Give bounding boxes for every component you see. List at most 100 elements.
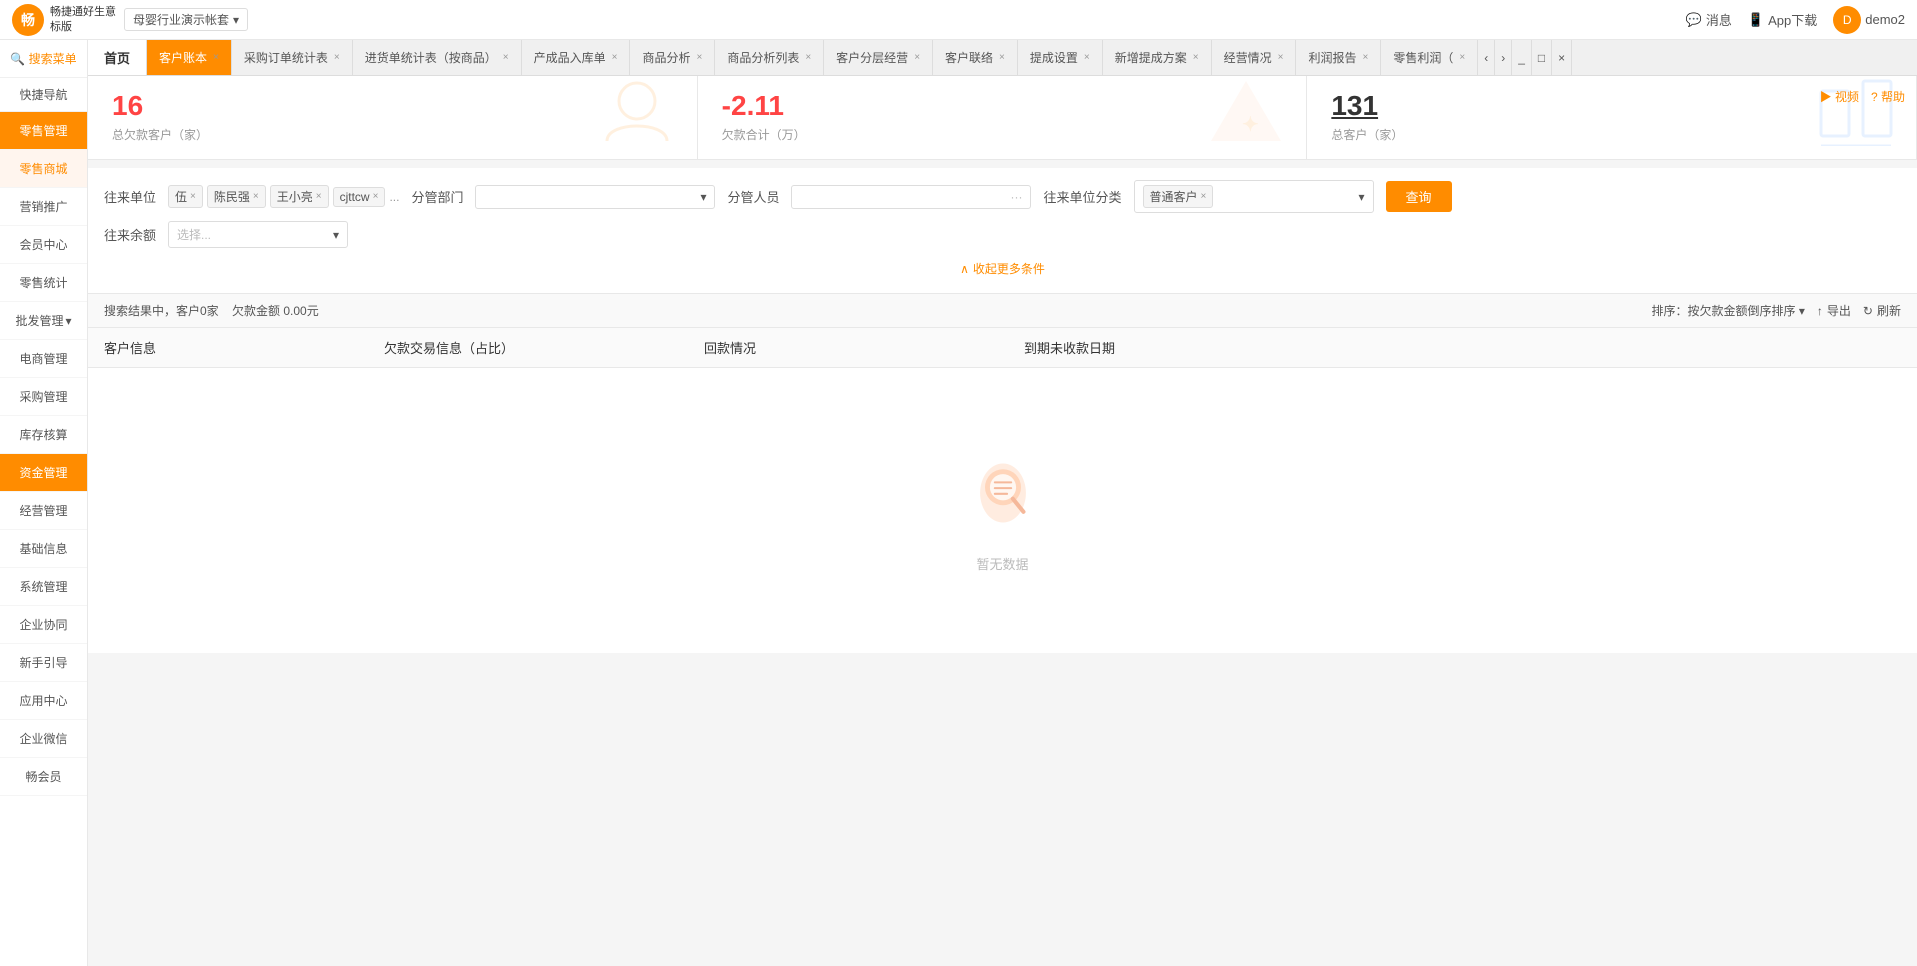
person-label: 分管人员 [727,187,779,206]
help-link[interactable]: ? 帮助 [1871,88,1905,105]
sidebar-item-ecom-mgmt[interactable]: 电商管理 [0,340,87,378]
tab-close-retail-profit[interactable]: × [1459,52,1465,63]
person-dots[interactable]: ··· [1010,190,1022,204]
tab-purchase-order-stat[interactable]: 采购订单统计表 × [232,40,353,75]
logo-area: 畅 畅捷通好生意 标版 [12,4,116,36]
tab-home[interactable]: 首页 [88,40,147,75]
video-link[interactable]: ▶ 视频 [1820,88,1859,105]
table-empty: 暂无数据 [88,368,1917,653]
tab-bar: 首页 客户账本 × 采购订单统计表 × 进货单统计表（按商品） × 产成品入库单… [88,40,1917,76]
sidebar-item-vip-member[interactable]: 畅会员 [0,758,87,796]
sidebar-item-corp-wechat[interactable]: 企业微信 [0,720,87,758]
sidebar-item-member-center[interactable]: 会员中心 [0,226,87,264]
brand-selector[interactable]: 母婴行业演示帐套 ▾ [124,8,248,31]
tab-close-add-improve-plan[interactable]: × [1193,52,1199,63]
tab-close-customer-tier[interactable]: × [914,52,920,63]
remove-tag-wu[interactable]: × [190,191,196,202]
app-download-button[interactable]: 📱 App下载 [1748,10,1817,29]
col-customer-info: 客户信息 [104,338,384,357]
export-button[interactable]: ↑ 导出 [1817,302,1851,319]
tab-max-btn[interactable]: □ [1532,40,1552,75]
filter-row-2: 往来余额 选择... ▾ [104,221,1901,248]
collapse-button[interactable]: ∧ 收起更多条件 [104,256,1901,281]
stat-number-total-customers: 131 [1331,92,1892,120]
tab-goods-analysis-list[interactable]: 商品分析列表 × [715,40,824,75]
sidebar-quick-nav[interactable]: 快捷导航 [0,78,87,112]
svg-text:✦: ✦ [1242,114,1259,136]
remove-unit-type[interactable]: × [1201,191,1207,202]
remain-select[interactable]: 选择... ▾ [168,221,348,248]
unit-type-select[interactable]: 普通客户 × ▾ [1134,180,1374,213]
filter-tag-cjttcw[interactable]: cjttcw × [333,187,386,207]
sidebar-item-basic-info[interactable]: 基础信息 [0,530,87,568]
sidebar-item-wholesale-mgmt[interactable]: 批发管理 ▾ [0,302,87,340]
filter-tag-chen[interactable]: 陈民强 × [207,185,266,208]
sidebar-item-marketing[interactable]: 营销推广 [0,188,87,226]
tab-retail-profit[interactable]: 零售利润（ × [1381,40,1478,75]
col-debt-info: 欠款交易信息（占比） [384,338,704,357]
sidebar-item-retail-stat[interactable]: 零售统计 [0,264,87,302]
tab-close-biz-status[interactable]: × [1278,52,1284,63]
sidebar-item-retail-mall[interactable]: 零售商城 [0,150,87,188]
filter-tag-wang[interactable]: 王小亮 × [270,185,329,208]
tab-close-goods-analysis-list[interactable]: × [805,52,811,63]
tab-customer-contact[interactable]: 客户联络 × [933,40,1018,75]
tab-customer-capital[interactable]: 客户账本 × [147,40,232,75]
tab-close-product-entry[interactable]: × [612,52,618,63]
tab-improve-settings[interactable]: 提成设置 × [1018,40,1103,75]
tab-prev-btn[interactable]: ‹ [1478,40,1495,75]
result-bar: 搜索结果中，客户0家 欠款金额 0.00元 排序：按欠款金额倒序排序 ▾ ↑ 导… [88,294,1917,328]
tab-inventory-stat[interactable]: 进货单统计表（按商品） × [353,40,522,75]
tab-close-purchase-order-stat[interactable]: × [334,52,340,63]
more-tags[interactable]: ... [389,190,399,204]
tab-goods-analysis[interactable]: 商品分析 × [630,40,715,75]
tab-profit-report[interactable]: 利润报告 × [1296,40,1381,75]
dept-label: 分管部门 [411,187,463,206]
top-bar-left: 畅 畅捷通好生意 标版 母婴行业演示帐套 ▾ [12,4,248,36]
tab-close-customer-capital[interactable]: × [213,52,219,63]
tab-biz-status[interactable]: 经营情况 × [1212,40,1297,75]
sidebar-search[interactable]: 🔍 搜索菜单 [0,40,87,78]
sidebar-item-inventory[interactable]: 库存核算 [0,416,87,454]
tab-close-improve-settings[interactable]: × [1084,52,1090,63]
tab-close-inventory-stat[interactable]: × [503,52,509,63]
tab-min-btn[interactable]: _ [1512,40,1532,75]
user-menu[interactable]: D demo2 [1833,6,1905,34]
tab-close-profit-report[interactable]: × [1362,52,1368,63]
tab-next-btn[interactable]: › [1495,40,1512,75]
top-bar: 畅 畅捷通好生意 标版 母婴行业演示帐套 ▾ 💬 消息 📱 App下载 D de… [0,0,1917,40]
tab-add-improve-plan[interactable]: 新增提成方案 × [1103,40,1212,75]
stat-total-debt-customers: 16 总欠款客户（家） [88,76,698,159]
sidebar-item-sys-mgmt[interactable]: 系统管理 [0,568,87,606]
remove-tag-chen[interactable]: × [253,191,259,202]
sidebar-item-new-guide[interactable]: 新手引导 [0,644,87,682]
unit-type-tag[interactable]: 普通客户 × [1143,185,1214,208]
sidebar-item-app-center[interactable]: 应用中心 [0,682,87,720]
sidebar-item-purchase-mgmt[interactable]: 采购管理 [0,378,87,416]
person-select[interactable]: ··· [791,185,1031,209]
remove-tag-wang[interactable]: × [316,191,322,202]
top-right-links: ▶ 视频 ? 帮助 [1820,88,1905,105]
sidebar-item-business-mgmt[interactable]: 经营管理 [0,492,87,530]
stat-debt-total: ✦ -2.11 欠款合计（万） [698,76,1308,159]
sidebar-item-fund-mgmt[interactable]: 资金管理 [0,454,87,492]
tab-customer-tier[interactable]: 客户分层经营 × [824,40,933,75]
tab-close-all-btn[interactable]: × [1552,40,1572,75]
col-repayment: 回款情况 [704,338,1024,357]
tab-close-goods-analysis[interactable]: × [696,52,702,63]
query-button[interactable]: 查询 [1386,181,1452,212]
message-button[interactable]: 💬 消息 [1686,10,1732,29]
sidebar-item-retail-mgmt[interactable]: 零售管理 [0,112,87,150]
refresh-button[interactable]: ↻ 刷新 [1863,302,1901,319]
unit-type-label: 往来单位分类 [1043,187,1121,206]
unit-type-chevron: ▾ [1358,190,1364,204]
remove-tag-cjttcw[interactable]: × [373,191,379,202]
tab-product-entry[interactable]: 产成品入库单 × [522,40,631,75]
avatar: D [1833,6,1861,34]
dept-select[interactable]: ▾ [475,185,715,209]
remain-chevron: ▾ [333,228,339,242]
tab-close-customer-contact[interactable]: × [999,52,1005,63]
collapse-icon: ∧ [960,262,969,276]
filter-tag-wu[interactable]: 伍 × [168,185,203,208]
sidebar-item-corp-collab[interactable]: 企业协同 [0,606,87,644]
